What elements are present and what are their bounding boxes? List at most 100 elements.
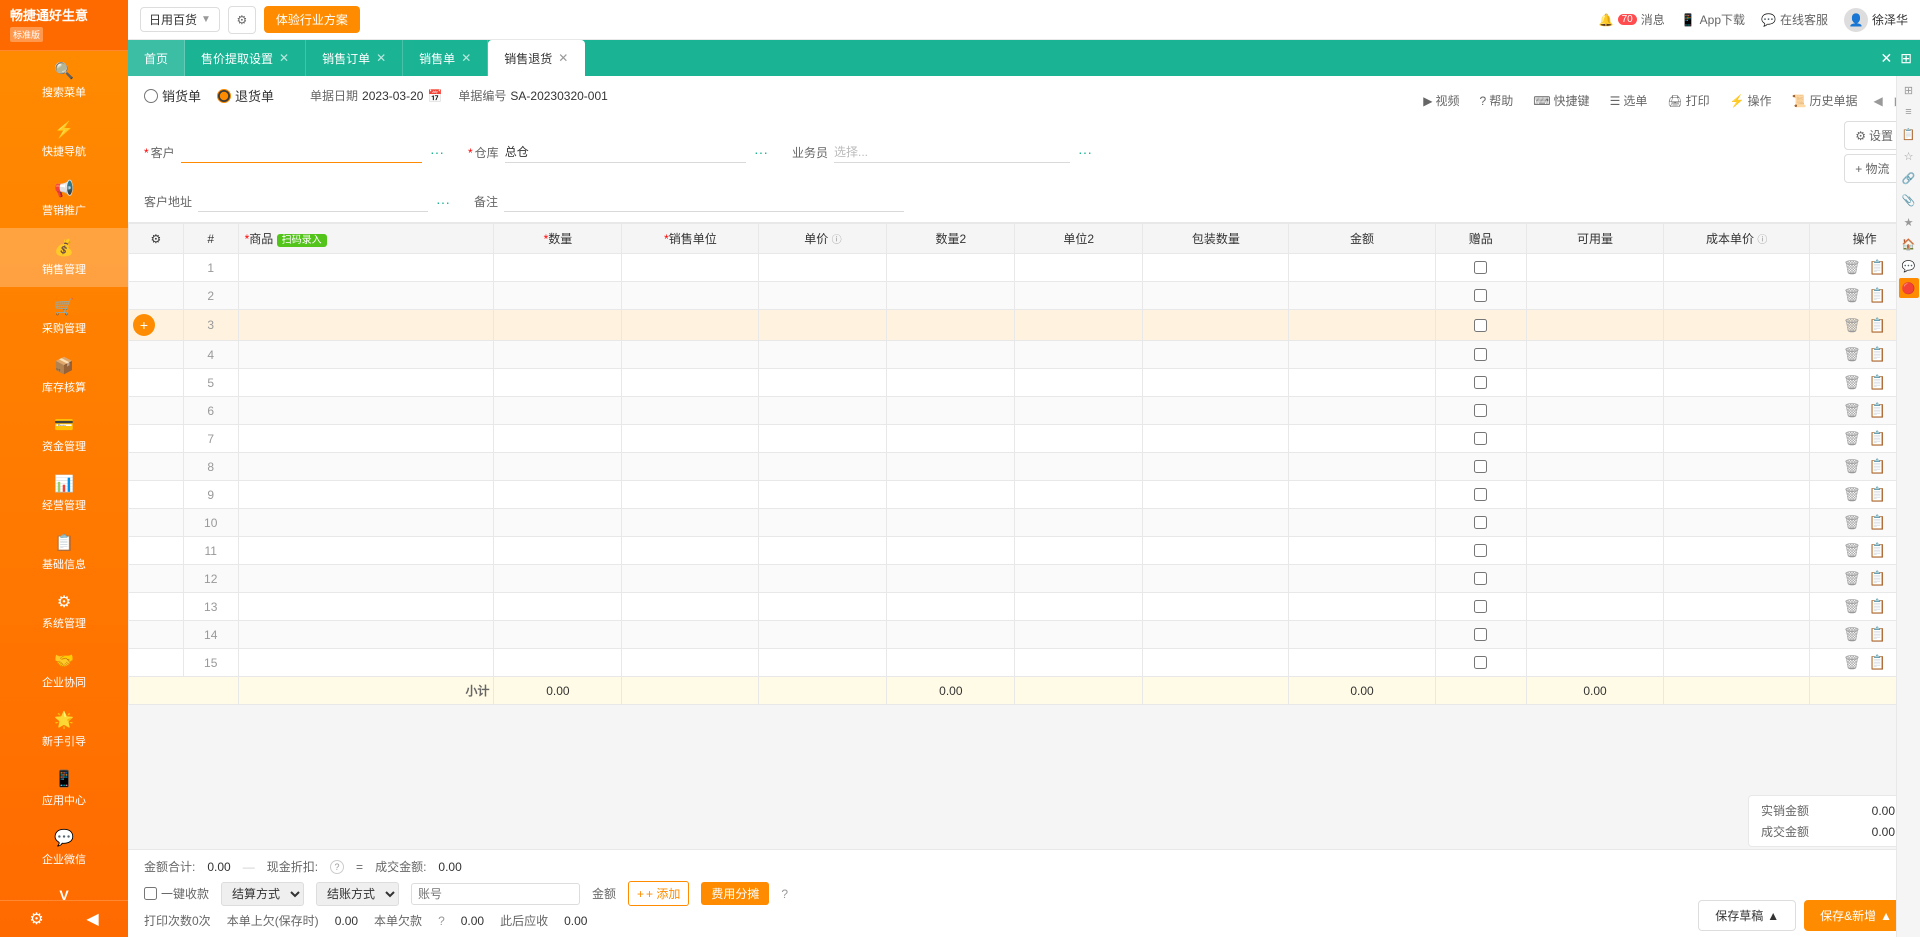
row-price-cell[interactable] <box>759 310 887 341</box>
sidebar-item-search[interactable]: 🔍 搜索菜单 <box>0 51 128 110</box>
gift-checkbox[interactable] <box>1474 516 1487 529</box>
gift-checkbox[interactable] <box>1474 404 1487 417</box>
gift-checkbox[interactable] <box>1474 432 1487 445</box>
delete-icon[interactable]: 🗑 <box>1843 259 1861 276</box>
copy-icon[interactable]: 📋 <box>1869 430 1886 447</box>
save-new-button[interactable]: 保存&新增 ▲ <box>1804 900 1908 931</box>
one-click-checkbox[interactable] <box>144 887 157 900</box>
right-tool-favorite[interactable]: ★ <box>1899 212 1919 232</box>
product-input[interactable] <box>243 318 490 332</box>
salesperson-picker-icon[interactable]: ··· <box>1078 144 1092 160</box>
copy-icon[interactable]: 📋 <box>1869 486 1886 503</box>
gift-checkbox[interactable] <box>1474 319 1487 332</box>
delete-icon[interactable]: 🗑 <box>1843 626 1861 643</box>
row-pack-cell[interactable] <box>1143 310 1289 341</box>
row-gift-cell[interactable] <box>1435 282 1526 310</box>
col-qty-header[interactable]: *数量 <box>494 224 622 254</box>
tab-sales-return-close[interactable]: ✕ <box>558 51 568 65</box>
address-picker-icon[interactable]: ··· <box>436 194 450 210</box>
row-product-cell[interactable] <box>238 310 494 341</box>
row-amount-cell[interactable] <box>1289 282 1435 310</box>
row-amount-cell[interactable] <box>1289 310 1435 341</box>
delete-icon[interactable]: 🗑 <box>1843 654 1861 671</box>
row-pack-cell[interactable] <box>1143 254 1289 282</box>
sidebar-item-wechat[interactable]: 💬 企业微信 <box>0 818 128 877</box>
col-amount-header[interactable]: 金额 <box>1289 224 1435 254</box>
row-qty2-cell[interactable] <box>887 282 1015 310</box>
experience-button[interactable]: 体验行业方案 <box>264 6 360 33</box>
warehouse-picker-icon[interactable]: ··· <box>754 144 768 160</box>
fee-btn[interactable]: 费用分摊 <box>701 882 769 905</box>
tab-price-extract-close[interactable]: ✕ <box>279 51 289 65</box>
app-download-item[interactable]: 📱 App下载 <box>1681 11 1745 28</box>
copy-icon[interactable]: 📋 <box>1869 598 1886 615</box>
sidebar-item-operations[interactable]: 📊 经营管理 <box>0 464 128 523</box>
delete-icon[interactable]: 🗑 <box>1843 458 1861 475</box>
row-unit-cell[interactable] <box>622 254 759 282</box>
account-input[interactable] <box>411 883 580 905</box>
delete-icon[interactable]: 🗑 <box>1843 430 1861 447</box>
row-product-cell[interactable] <box>238 254 494 282</box>
copy-icon[interactable]: 📋 <box>1869 570 1886 587</box>
history-prev-icon[interactable]: ◀ <box>1874 94 1883 108</box>
sidebar-item-vip[interactable]: V 畅会员 <box>0 877 128 900</box>
shortcut-btn[interactable]: ⌨ 快捷键 <box>1529 90 1593 111</box>
add-payment-btn[interactable]: + + 添加 <box>628 881 689 906</box>
right-tool-home[interactable]: 🏠 <box>1899 234 1919 254</box>
copy-icon[interactable]: 📋 <box>1869 542 1886 559</box>
row-pack-cell[interactable] <box>1143 282 1289 310</box>
copy-icon[interactable]: 📋 <box>1869 514 1886 531</box>
right-tool-star[interactable]: ☆ <box>1899 146 1919 166</box>
col-unit-header[interactable]: *销售单位 <box>622 224 759 254</box>
row-qty-cell[interactable] <box>494 282 622 310</box>
row-qty-cell[interactable] <box>494 254 622 282</box>
col-qty2-header[interactable]: 数量2 <box>887 224 1015 254</box>
row-unit2-cell[interactable] <box>1015 282 1143 310</box>
address-input[interactable] <box>198 191 428 212</box>
notification-item[interactable]: 🔔 70 消息 <box>1599 11 1665 28</box>
sidebar-item-sales[interactable]: 💰 销售管理 <box>0 228 128 287</box>
tab-price-extract[interactable]: 售价提取设置 ✕ <box>185 40 306 76</box>
delete-icon[interactable]: 🗑 <box>1843 287 1861 304</box>
col-pack-header[interactable]: 包装数量 <box>1143 224 1289 254</box>
sidebar-item-inventory[interactable]: 📦 库存核算 <box>0 346 128 405</box>
sidebar-item-app[interactable]: 📱 应用中心 <box>0 759 128 818</box>
one-click-label[interactable]: 一键收款 <box>144 885 209 902</box>
gift-checkbox[interactable] <box>1474 376 1487 389</box>
copy-icon[interactable]: 📋 <box>1869 626 1886 643</box>
row-unit2-cell[interactable] <box>1015 310 1143 341</box>
expand-tabs-icon[interactable]: ⊞ <box>1900 50 1912 67</box>
topbar-settings-button[interactable]: ⚙ <box>228 6 256 34</box>
help-btn[interactable]: ? 帮助 <box>1476 90 1518 111</box>
discount-help-icon[interactable]: ? <box>330 860 344 874</box>
row-add-cell[interactable]: + <box>129 310 184 341</box>
sidebar-item-enterprise[interactable]: 🤝 企业协同 <box>0 641 128 700</box>
copy-icon[interactable]: 📋 <box>1869 259 1886 276</box>
tab-sales-order-close[interactable]: ✕ <box>376 51 386 65</box>
radio-return[interactable]: 退货单 <box>217 86 274 105</box>
copy-icon[interactable]: 📋 <box>1869 346 1886 363</box>
gift-checkbox[interactable] <box>1474 600 1487 613</box>
row-qty2-cell[interactable] <box>887 310 1015 341</box>
history-btn[interactable]: 📜 历史单据 <box>1788 90 1862 111</box>
radio-sale-input[interactable] <box>144 89 158 103</box>
row-cost-cell[interactable] <box>1664 310 1810 341</box>
sidebar-item-guide[interactable]: 🌟 新手引导 <box>0 700 128 759</box>
video-btn[interactable]: ▶ 视频 <box>1419 90 1463 111</box>
right-tool-attach[interactable]: 📎 <box>1899 190 1919 210</box>
row-price-cell[interactable] <box>759 282 887 310</box>
delete-icon[interactable]: 🗑 <box>1843 570 1861 587</box>
customer-picker-icon[interactable]: ··· <box>430 144 444 160</box>
col-cost-header[interactable]: 成本单价 ⓘ <box>1664 224 1810 254</box>
copy-icon[interactable]: 📋 <box>1869 458 1886 475</box>
delete-icon[interactable]: 🗑 <box>1843 317 1861 334</box>
row-qty2-cell[interactable] <box>887 254 1015 282</box>
col-product-header[interactable]: *商品 扫码录入 <box>238 224 494 254</box>
select-btn[interactable]: ☰ 选单 <box>1606 90 1652 111</box>
tab-sales-return[interactable]: 销售退货 ✕ <box>488 40 585 76</box>
tab-home[interactable]: 首页 <box>128 40 185 76</box>
row-cost-cell[interactable] <box>1664 282 1810 310</box>
save-draft-button[interactable]: 保存草稿 ▲ <box>1698 900 1796 931</box>
right-tool-list[interactable]: ≡ <box>1899 102 1919 122</box>
sidebar-item-shortcut[interactable]: ⚡ 快捷导航 <box>0 110 128 169</box>
